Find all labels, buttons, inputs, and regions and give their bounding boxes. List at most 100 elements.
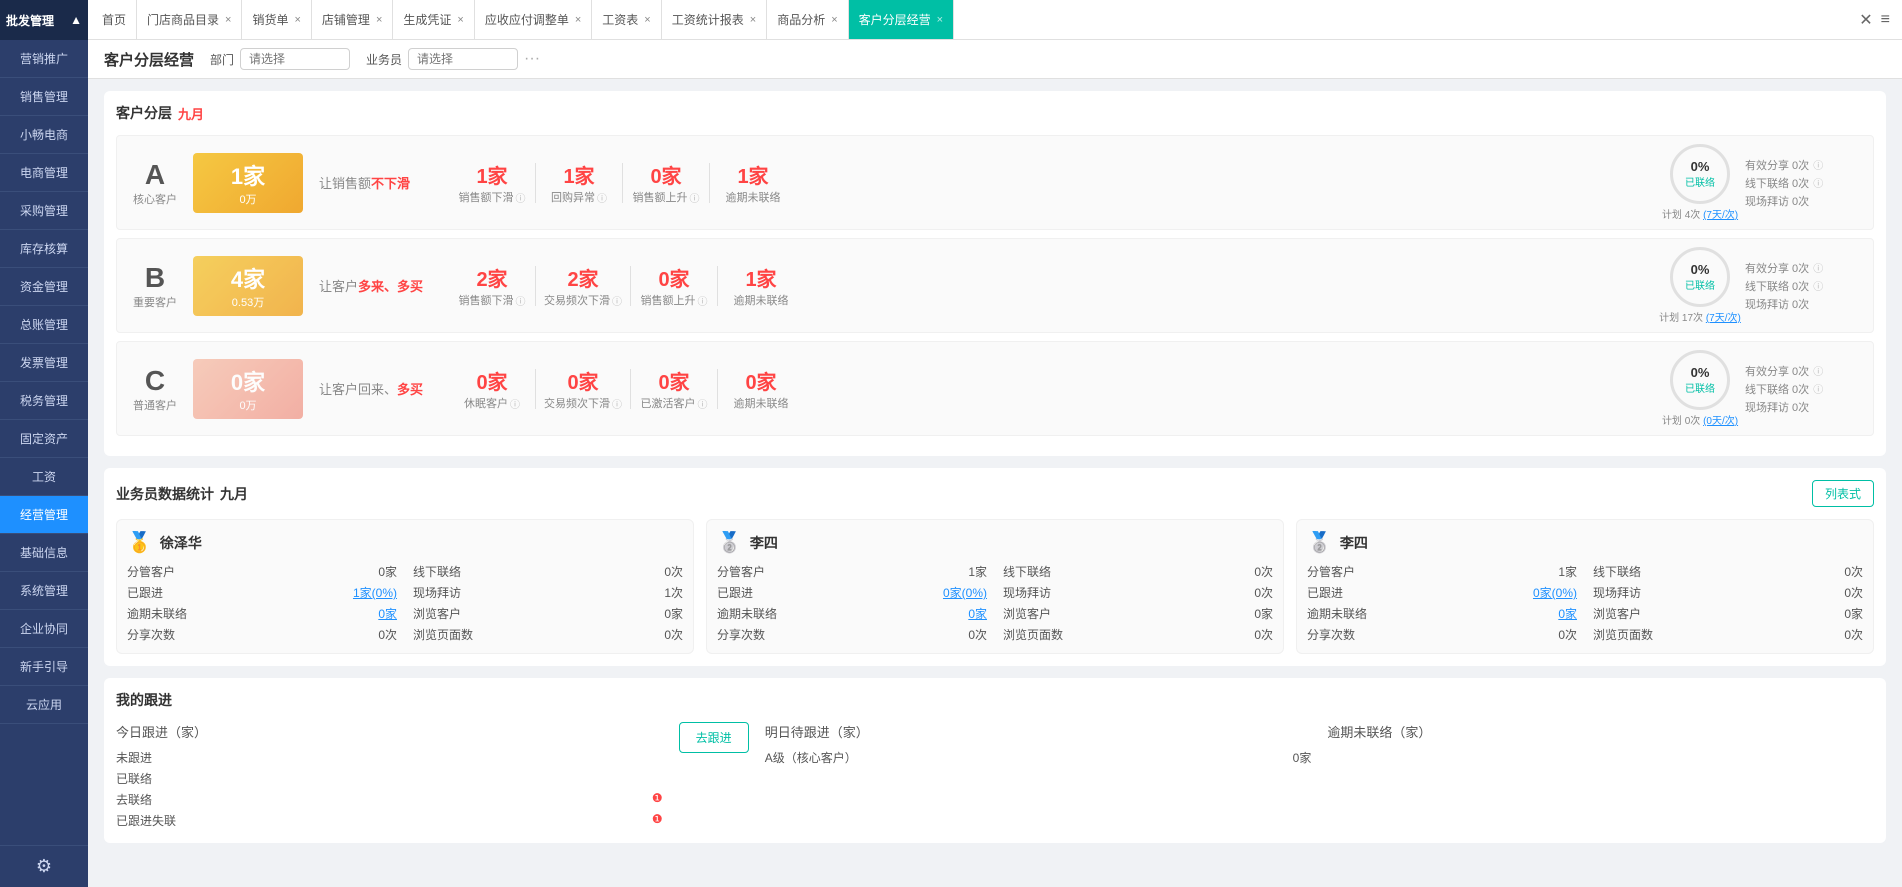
tomorrow-followup-col: 明日待跟进（家） A级（核心客户）0家 — [765, 722, 1312, 768]
sidebar-item-电商管理[interactable]: 电商管理 — [0, 154, 88, 192]
tier-divider — [630, 369, 631, 409]
overdue-col-title: 逾期未联络（家） — [1327, 722, 1874, 741]
sidebar-item-税务管理[interactable]: 税务管理 — [0, 382, 88, 420]
sidebar-item-发票管理[interactable]: 发票管理 — [0, 344, 88, 382]
staff-stat-row: 线下联络0次 — [1593, 563, 1863, 580]
tier-stat-box: 1家 销售额下滑 ⓘ — [457, 160, 527, 205]
more-options-icon[interactable]: ··· — [524, 50, 540, 68]
tab-销货单[interactable]: 销货单 × — [242, 0, 311, 39]
staff-section-title: 业务员数据统计 九月 — [116, 484, 248, 504]
tier-divider — [717, 369, 718, 409]
followup-row: A级（核心客户）0家 — [765, 747, 1312, 768]
staff-stat-val: 0家 — [1254, 605, 1273, 622]
tier-stat-box: 0家 销售额上升 ⓘ — [631, 160, 701, 205]
tab-label: 销货单 — [252, 11, 288, 28]
tab-close-icon[interactable]: × — [644, 14, 650, 26]
plan-link[interactable]: (7天/次) — [1706, 313, 1741, 324]
staff-stat-val[interactable]: 0家(0%) — [1533, 584, 1577, 601]
staff-stat-row: 浏览客户0家 — [413, 605, 683, 622]
staff-stat-val[interactable]: 0家(0%) — [943, 584, 987, 601]
sidebar-toggle-icon[interactable]: ▲ — [70, 13, 82, 27]
staff-stat-row: 现场拜访1次 — [413, 584, 683, 601]
tier-circle-B: 0% 已联络 计划 17次 (7天/次) — [1655, 247, 1745, 324]
customer-tier-section: 客户分层 九月 A核心客户1家0万让销售额不下滑1家 销售额下滑 ⓘ1家 回购异… — [104, 91, 1886, 456]
tab-close-icon[interactable]: × — [225, 14, 231, 26]
tab-close-icon[interactable]: × — [294, 14, 300, 26]
staff-stat-val: 0次 — [1254, 626, 1273, 643]
tab-商品分析[interactable]: 商品分析× — [767, 0, 848, 39]
tier-stat-box: 1家 逾期未联络 — [726, 263, 796, 308]
sidebar-item-小畅电商[interactable]: 小畅电商 — [0, 116, 88, 154]
sidebar-item-销售管理[interactable]: 销售管理 — [0, 78, 88, 116]
list-view-button[interactable]: 列表式 — [1812, 480, 1874, 507]
staff-stat-val[interactable]: 0家 — [968, 605, 987, 622]
staff-stat-val[interactable]: 1家(0%) — [353, 584, 397, 601]
sidebar-item-新手引导[interactable]: 新手引导 — [0, 648, 88, 686]
staff-section: 业务员数据统计 九月 列表式 🥇 徐泽华分管客户0家线下联络0次已跟进1家(0%… — [104, 468, 1886, 666]
sidebar-item-企业协同[interactable]: 企业协同 — [0, 610, 88, 648]
tier-circle-A: 0% 已联络 计划 4次 (7天/次) — [1655, 144, 1745, 221]
tab-店铺管理[interactable]: 店铺管理× — [312, 0, 393, 39]
staff-stat-row: 已跟进0家(0%) — [1307, 584, 1577, 601]
staff-select[interactable] — [408, 48, 518, 70]
staff-stat-val: 0次 — [1254, 563, 1273, 580]
sidebar-item-营销推广[interactable]: 营销推广 — [0, 40, 88, 78]
staff-stat-row: 分管客户1家 — [1307, 563, 1577, 580]
today-followup-col: 今日跟进（家） 未跟进 已联络 去联络❶ 已跟进失联❶ — [116, 722, 663, 831]
staff-stat-row: 现场拜访0次 — [1003, 584, 1273, 601]
tab-工资统计报表[interactable]: 工资统计报表× — [662, 0, 767, 39]
sidebar-item-系统管理[interactable]: 系统管理 — [0, 572, 88, 610]
staff-stat-row: 浏览客户0家 — [1593, 605, 1863, 622]
tab-生成凭证[interactable]: 生成凭证× — [393, 0, 474, 39]
staff-stat-val: 0家 — [1844, 605, 1863, 622]
staff-card-0: 🥇 徐泽华分管客户0家线下联络0次已跟进1家(0%)现场拜访1次逾期未联络0家浏… — [116, 519, 694, 654]
tab-工资表[interactable]: 工资表× — [592, 0, 661, 39]
plan-link[interactable]: (0天/次) — [1703, 416, 1738, 427]
goto-followup-button[interactable]: 去跟进 — [679, 722, 749, 753]
tab-close-icon[interactable]: × — [831, 14, 837, 26]
tab-close-icon[interactable]: × — [937, 14, 943, 26]
staff-stat-val: 0次 — [1844, 563, 1863, 580]
more-tabs-icon[interactable]: ≡ — [1881, 11, 1890, 29]
dept-select[interactable] — [240, 48, 350, 70]
tabs-bar: 首页门店商品目录×销货单×店铺管理×生成凭证×应收应付调整单×工资表×工资统计报… — [88, 0, 1902, 40]
tab-close-icon[interactable]: × — [457, 14, 463, 26]
sidebar-item-总账管理[interactable]: 总账管理 — [0, 306, 88, 344]
sidebar-item-库存核算[interactable]: 库存核算 — [0, 230, 88, 268]
sidebar-settings-icon[interactable]: ⚙ — [0, 845, 88, 887]
sidebar-item-经营管理[interactable]: 经营管理 — [0, 496, 88, 534]
staff-stat-val: 0次 — [1558, 626, 1577, 643]
staff-stat-row: 浏览页面数0次 — [1003, 626, 1273, 643]
today-col-title: 今日跟进（家） — [116, 722, 663, 741]
staff-stat-val: 0家 — [664, 605, 683, 622]
tier-stat-box: 0家 销售额上升 ⓘ — [639, 263, 709, 308]
staff-stat-val[interactable]: 0家 — [1558, 605, 1577, 622]
followup-section: 我的跟进 今日跟进（家） 未跟进 已联络 去联络❶ 已跟进失联❶ — [104, 678, 1886, 843]
tabs-container: 首页门店商品目录×销货单×店铺管理×生成凭证×应收应付调整单×工资表×工资统计报… — [92, 0, 954, 39]
sidebar-item-工资[interactable]: 工资 — [0, 458, 88, 496]
sidebar-item-云应用[interactable]: 云应用 — [0, 686, 88, 724]
tier-right-stats-B: 有效分享 0次ⓘ线下联络 0次ⓘ现场拜访 0次 — [1745, 260, 1865, 312]
sidebar-item-基础信息[interactable]: 基础信息 — [0, 534, 88, 572]
staff-stat-val: 0次 — [1844, 584, 1863, 601]
sidebar-item-资金管理[interactable]: 资金管理 — [0, 268, 88, 306]
tab-应收应付调整单[interactable]: 应收应付调整单× — [475, 0, 592, 39]
tab-close-icon[interactable]: × — [750, 14, 756, 26]
sidebar-item-采购管理[interactable]: 采购管理 — [0, 192, 88, 230]
tier-stat-box: 1家 逾期未联络 — [718, 160, 788, 205]
tab-close-icon[interactable]: × — [376, 14, 382, 26]
tab-客户分层经营[interactable]: 客户分层经营× — [849, 0, 954, 39]
close-all-icon[interactable]: ✕ — [1859, 10, 1872, 30]
staff-stat-val[interactable]: 0家 — [378, 605, 397, 622]
staff-stat-row: 分享次数0次 — [717, 626, 987, 643]
goto-followup-action: 去跟进 — [679, 722, 749, 753]
tab-首页[interactable]: 首页 — [92, 0, 137, 39]
tier-label-B: B重要客户 — [125, 262, 185, 310]
plan-link[interactable]: (7天/次) — [1703, 210, 1738, 221]
tab-close-icon[interactable]: × — [575, 14, 581, 26]
tab-门店商品目录[interactable]: 门店商品目录× — [137, 0, 242, 39]
right-stat-row: 现场拜访 0次 — [1745, 399, 1865, 415]
right-stat-row: 现场拜访 0次 — [1745, 193, 1865, 209]
sidebar-item-固定资产[interactable]: 固定资产 — [0, 420, 88, 458]
followup-row: 已联络 — [116, 768, 663, 789]
